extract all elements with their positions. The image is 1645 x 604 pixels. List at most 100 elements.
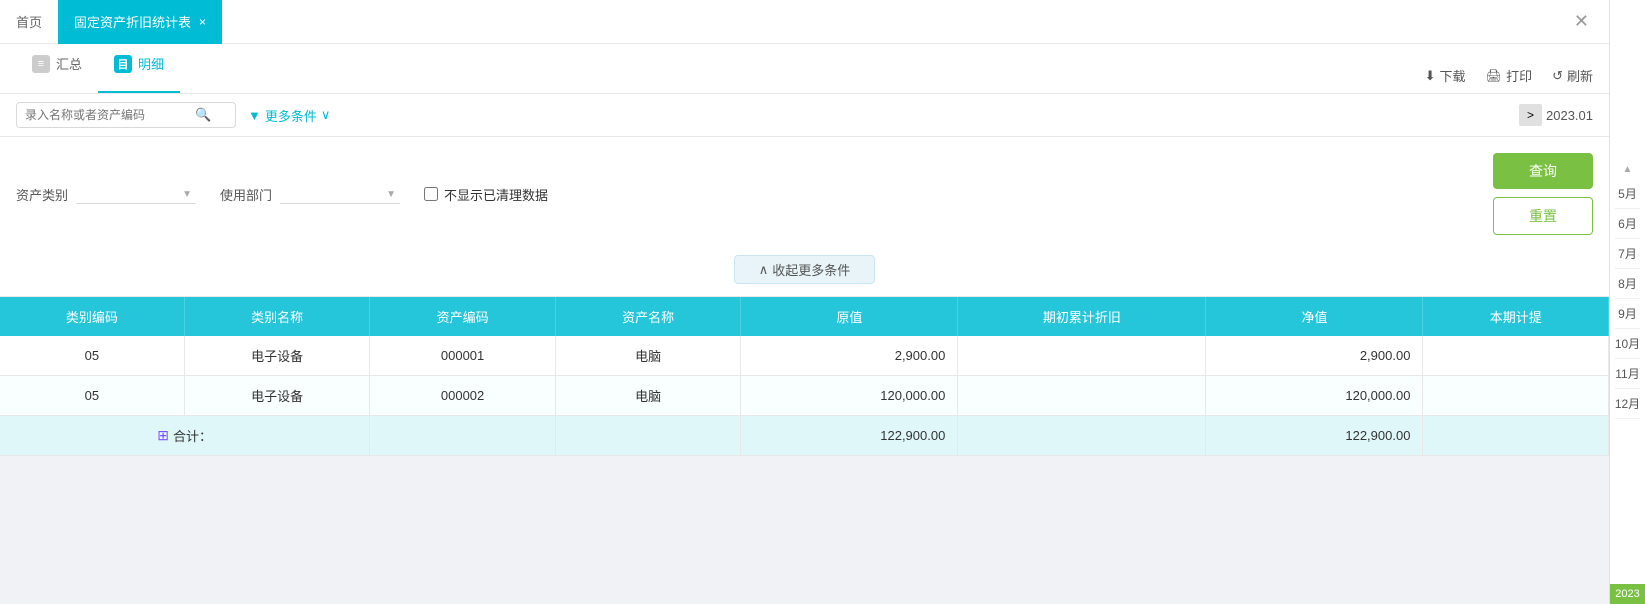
sidebar-month-10月[interactable]: 10月 xyxy=(1615,329,1640,359)
date-nav-prev[interactable]: > xyxy=(1519,104,1542,126)
cell-original-value: 2,900.00 xyxy=(741,336,958,376)
cell-current-depreciation xyxy=(1423,336,1609,376)
download-label: 下载 xyxy=(1440,66,1466,85)
cell-accumulated-depreciation xyxy=(958,336,1206,376)
tab-title: 固定资产折旧统计表 xyxy=(74,12,191,31)
home-nav[interactable]: 首页 xyxy=(16,12,58,31)
sidebar-month-7月[interactable]: 7月 xyxy=(1615,239,1640,269)
month-list: 5月6月7月8月9月10月11月12月 xyxy=(1615,179,1640,419)
search-bar: 🔍 ▼ 更多条件 ∨ > 2023.01 xyxy=(0,94,1609,137)
total-row: ⊞ 合计： 122,900.00 122,900.00 xyxy=(0,416,1609,456)
tab-close-icon[interactable]: × xyxy=(199,15,206,29)
cell-net-value: 120,000.00 xyxy=(1206,376,1423,416)
department-field: 使用部门 ▼ xyxy=(220,184,400,204)
refresh-icon: ↺ xyxy=(1552,68,1563,84)
col-net-value: 净值 xyxy=(1206,297,1423,336)
year-badge: 2023 xyxy=(1610,584,1645,604)
cell-category-code: 05 xyxy=(0,376,184,416)
active-tab[interactable]: 固定资产折旧统计表 × xyxy=(58,0,222,44)
search-icon: 🔍 xyxy=(195,107,211,123)
data-table-container: 类别编码 类别名称 资产编码 资产名称 原值 期初累计折旧 净值 本期计提 05… xyxy=(0,297,1609,604)
query-button[interactable]: 查询 xyxy=(1493,153,1593,189)
total-empty-1 xyxy=(370,416,556,456)
tab-summary[interactable]: ≡ 汇总 xyxy=(16,44,98,93)
print-icon: 🖨 xyxy=(1486,68,1503,84)
more-conditions-button[interactable]: ▼ 更多条件 ∨ xyxy=(248,106,330,125)
cell-current-depreciation xyxy=(1423,376,1609,416)
asset-category-label: 资产类别 xyxy=(16,185,68,204)
department-select[interactable] xyxy=(280,184,400,204)
date-navigation: > 2023.01 xyxy=(1519,104,1593,126)
download-button[interactable]: ⬇ 下载 xyxy=(1425,66,1466,85)
tab-summary-label: 汇总 xyxy=(56,54,82,73)
total-original-value: 122,900.00 xyxy=(741,416,958,456)
col-asset-code: 资产编码 xyxy=(370,297,556,336)
total-icon: ⊞ xyxy=(157,427,169,444)
detail-icon: 目 xyxy=(114,55,132,73)
cell-asset-name: 电脑 xyxy=(555,336,741,376)
print-label: 打印 xyxy=(1506,66,1532,85)
collapse-icon: ∧ xyxy=(759,262,769,278)
advanced-filter-panel: 资产类别 ▼ 使用部门 ▼ 不显示已清理数 xyxy=(0,137,1609,297)
total-empty-2 xyxy=(555,416,741,456)
col-current-depreciation: 本期计提 xyxy=(1423,297,1609,336)
window-close-button[interactable]: ✕ xyxy=(1574,11,1609,32)
download-icon: ⬇ xyxy=(1425,68,1436,84)
scroll-up-icon[interactable]: ▲ xyxy=(1610,160,1645,179)
table-header-row: 类别编码 类别名称 资产编码 资产名称 原值 期初累计折旧 净值 本期计提 xyxy=(0,297,1609,336)
search-wrapper: 🔍 xyxy=(16,102,236,128)
cell-asset-code: 000002 xyxy=(370,376,556,416)
department-label: 使用部门 xyxy=(220,185,272,204)
sidebar-month-5月[interactable]: 5月 xyxy=(1615,179,1640,209)
data-table: 类别编码 类别名称 资产编码 资产名称 原值 期初累计折旧 净值 本期计提 05… xyxy=(0,297,1609,456)
collapse-section: ∧ 收起更多条件 xyxy=(16,247,1593,288)
cell-asset-name: 电脑 xyxy=(555,376,741,416)
tab-bar: ≡ 汇总 目 明细 ⬇ 下载 🖨 打印 ↺ 刷新 xyxy=(0,44,1609,94)
print-button[interactable]: 🖨 打印 xyxy=(1486,66,1533,85)
col-category-name: 类别名称 xyxy=(184,297,370,336)
sidebar-month-12月[interactable]: 12月 xyxy=(1615,389,1640,419)
toolbar: ⬇ 下载 🖨 打印 ↺ 刷新 xyxy=(1425,66,1593,93)
refresh-label: 刷新 xyxy=(1567,66,1593,85)
department-select-wrapper: ▼ xyxy=(280,184,400,204)
filter-actions: 查询 重置 xyxy=(1493,153,1593,235)
tab-detail[interactable]: 目 明细 xyxy=(98,44,180,93)
tab-list: ≡ 汇总 目 明细 xyxy=(16,44,180,93)
total-label-cell: ⊞ 合计： xyxy=(0,416,370,456)
total-accumulated-depreciation xyxy=(958,416,1206,456)
table-row: 05 电子设备 000002 电脑 120,000.00 120,000.00 xyxy=(0,376,1609,416)
no-cleared-checkbox[interactable] xyxy=(424,187,438,201)
table-row: 05 电子设备 000001 电脑 2,900.00 2,900.00 xyxy=(0,336,1609,376)
total-net-value: 122,900.00 xyxy=(1206,416,1423,456)
total-label-text: 合计： xyxy=(173,426,212,445)
cell-net-value: 2,900.00 xyxy=(1206,336,1423,376)
cell-asset-code: 000001 xyxy=(370,336,556,376)
reset-button[interactable]: 重置 xyxy=(1493,197,1593,235)
sidebar-month-8月[interactable]: 8月 xyxy=(1615,269,1640,299)
cell-category-code: 05 xyxy=(0,336,184,376)
sidebar-month-6月[interactable]: 6月 xyxy=(1615,209,1640,239)
cell-category-name: 电子设备 xyxy=(184,376,370,416)
search-input[interactable] xyxy=(25,108,195,122)
filter-icon: ▼ xyxy=(248,108,261,123)
right-sidebar: ▲ 5月6月7月8月9月10月11月12月 2023 xyxy=(1609,0,1645,604)
sidebar-month-11月[interactable]: 11月 xyxy=(1615,359,1640,389)
sidebar-month-9月[interactable]: 9月 xyxy=(1615,299,1640,329)
col-category-code: 类别编码 xyxy=(0,297,184,336)
collapse-button[interactable]: ∧ 收起更多条件 xyxy=(734,255,876,284)
no-cleared-label: 不显示已清理数据 xyxy=(444,185,548,204)
cell-original-value: 120,000.00 xyxy=(741,376,958,416)
date-display: 2023.01 xyxy=(1546,108,1593,123)
cell-category-name: 电子设备 xyxy=(184,336,370,376)
refresh-button[interactable]: ↺ 刷新 xyxy=(1552,66,1593,85)
chevron-down-icon: ∨ xyxy=(321,107,331,123)
summary-icon: ≡ xyxy=(32,55,50,73)
asset-category-field: 资产类别 ▼ xyxy=(16,184,196,204)
cell-accumulated-depreciation xyxy=(958,376,1206,416)
asset-category-select-wrapper: ▼ xyxy=(76,184,196,204)
col-accumulated-depreciation: 期初累计折旧 xyxy=(958,297,1206,336)
collapse-label: 收起更多条件 xyxy=(772,260,850,279)
asset-category-select[interactable] xyxy=(76,184,196,204)
no-cleared-field: 不显示已清理数据 xyxy=(424,185,548,204)
filter-row-1: 资产类别 ▼ 使用部门 ▼ 不显示已清理数 xyxy=(16,153,1593,235)
